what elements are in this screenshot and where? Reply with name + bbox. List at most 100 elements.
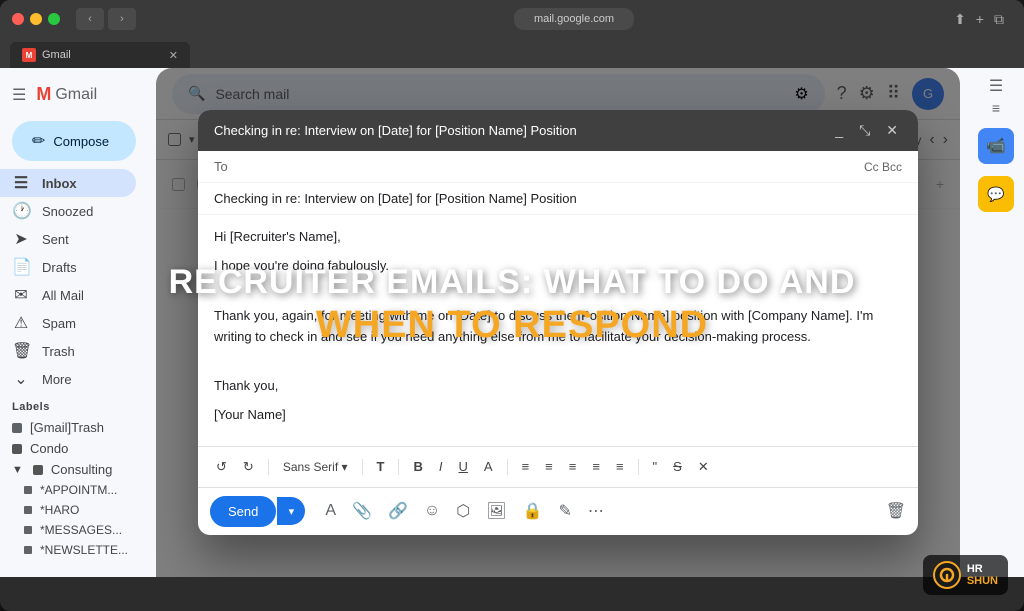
text-color-button[interactable]: A (478, 455, 499, 478)
undo-button[interactable]: ↺ (210, 455, 233, 479)
remove-format-button[interactable]: ✕ (692, 455, 715, 479)
spam-icon: ⚠ (12, 313, 30, 333)
insert-link-icon[interactable]: 🔗 (384, 497, 412, 525)
label-sub-haro[interactable]: *HARO (0, 500, 148, 520)
compose-modal: Checking in re: Interview on [Date] for … (198, 110, 918, 534)
indent-less-button[interactable]: ≡ (586, 455, 606, 478)
browser-menu-icon[interactable]: ⧉ (994, 11, 1004, 28)
sidebar-item-sent[interactable]: ➤ Sent (0, 225, 136, 253)
to-label: To (214, 159, 244, 174)
ordered-list-button[interactable]: ≡ (539, 455, 559, 478)
body-line5: [Your Name] (214, 405, 902, 426)
body-line4: Thank you, (214, 376, 902, 397)
label-sub-messages[interactable]: *MESSAGES... (0, 520, 148, 540)
expand-compose-icon[interactable]: ⤡ (855, 120, 874, 141)
format-text-icon[interactable]: A (321, 498, 340, 524)
to-input[interactable] (244, 159, 864, 174)
active-tab[interactable]: M Gmail ✕ (10, 42, 190, 68)
inbox-view-toggle[interactable]: ☰ (989, 76, 1003, 96)
maximize-button[interactable] (48, 13, 60, 25)
send-button[interactable]: Send (210, 496, 276, 527)
spam-label: Spam (42, 316, 76, 331)
strikethrough-button[interactable]: S (667, 455, 688, 478)
inbox-icon: ☰ (12, 173, 30, 193)
body-line2: I hope you're doing fabulously. (214, 256, 902, 277)
unordered-list-button[interactable]: ≡ (563, 455, 583, 478)
underline-button[interactable]: U (453, 455, 474, 478)
toolbar-sep-1 (268, 459, 269, 475)
minimize-button[interactable] (30, 13, 42, 25)
close-button[interactable] (12, 13, 24, 25)
cc-bcc-label[interactable]: Cc Bcc (864, 160, 902, 174)
bottom-bar-right: 🗑 (886, 501, 906, 521)
google-meet-icon[interactable]: 📹 (978, 128, 1014, 164)
url-display: mail.google.com (534, 13, 614, 25)
attach-file-icon[interactable]: 📎 (348, 497, 376, 525)
signature-icon[interactable]: ✎ (554, 497, 575, 525)
align-button[interactable]: ≡ (516, 455, 536, 478)
sidebar-item-drafts[interactable]: 📄 Drafts (0, 253, 136, 281)
sidebar-item-all-mail[interactable]: ✉ All Mail (0, 281, 136, 309)
italic-button[interactable]: I (433, 455, 449, 478)
quote-button[interactable]: " (647, 455, 664, 478)
labels-heading: Labels (0, 393, 148, 417)
minimize-compose-icon[interactable]: _ (831, 120, 847, 141)
compose-header-actions: _ ⤡ ✕ (831, 120, 902, 141)
compose-body[interactable]: Hi [Recruiter's Name], I hope you're doi… (198, 215, 918, 445)
bold-button[interactable]: B (407, 455, 428, 478)
chat-icon-symbol: 💬 (987, 186, 1004, 203)
label-consulting[interactable]: ▼ Consulting (0, 459, 148, 480)
send-dropdown-button[interactable]: ▾ (277, 497, 305, 525)
label-gmail-trash[interactable]: [Gmail]Trash (0, 417, 148, 438)
compose-header: Checking in re: Interview on [Date] for … (198, 110, 918, 151)
delete-draft-icon[interactable]: 🗑 (886, 501, 906, 521)
forward-button[interactable]: › (108, 8, 136, 30)
trash-label: Trash (42, 344, 75, 359)
meet-icon-symbol: 📹 (986, 136, 1006, 156)
google-chat-icon[interactable]: 💬 (978, 176, 1014, 212)
subject-input[interactable] (214, 191, 902, 206)
hamburger-icon[interactable]: ☰ (12, 85, 26, 105)
sidebar-item-more[interactable]: ⌄ More (0, 365, 136, 393)
text-size-button[interactable]: T (371, 455, 391, 478)
close-compose-icon[interactable]: ✕ (882, 120, 902, 141)
drafts-label: Drafts (42, 260, 77, 275)
window-controls (12, 13, 60, 25)
label-sub-dot-newsletter (24, 546, 32, 554)
gmail-sidebar: ☰ M Gmail ✏ Compose ☰ Inbox 🕐 Snoozed ➤ (0, 68, 148, 577)
snoozed-icon: 🕐 (12, 201, 30, 221)
sidebar-item-trash[interactable]: 🗑 Trash (0, 337, 136, 365)
label-sub-messages-text: *MESSAGES... (40, 523, 122, 537)
hr-badge-shun-text: SHUN (967, 575, 998, 587)
label-condo[interactable]: Condo (0, 438, 148, 459)
body-line1: Hi [Recruiter's Name], (214, 227, 902, 248)
gmail-header: ☰ M Gmail (0, 76, 148, 113)
share-icon[interactable]: ⬆ (954, 11, 966, 28)
sidebar-item-inbox[interactable]: ☰ Inbox (0, 169, 136, 197)
to-field[interactable]: To Cc Bcc (198, 151, 918, 183)
indent-more-button[interactable]: ≡ (610, 455, 630, 478)
label-sub-newsletter[interactable]: *NEWSLETTE... (0, 540, 148, 560)
confidential-icon[interactable]: 🔒 (519, 497, 547, 525)
toolbar-sep-4 (507, 459, 508, 475)
subject-field[interactable]: Checking in re: Interview on [Date] for … (198, 183, 918, 215)
view-options-icon[interactable]: ≡ (992, 100, 1000, 116)
drive-icon[interactable]: ⬡ (452, 497, 474, 525)
compose-bottom-bar: Send ▾ A 📎 🔗 ☺ ⬡ 🖼 🔒 ✎ (198, 487, 918, 535)
back-button[interactable]: ‹ (76, 8, 104, 30)
modal-overlay: Checking in re: Interview on [Date] for … (156, 68, 960, 577)
send-group: Send ▾ (210, 496, 305, 527)
more-options-compose-icon[interactable]: ⋯ (584, 497, 608, 525)
sidebar-item-spam[interactable]: ⚠ Spam (0, 309, 136, 337)
insert-photo-icon[interactable]: 🖼 (482, 497, 510, 525)
emoji-icon[interactable]: ☺ (420, 498, 444, 524)
tab-close-icon[interactable]: ✕ (169, 49, 178, 62)
font-selector[interactable]: Sans Serif ▾ (277, 456, 354, 478)
toolbar-sep-3 (398, 459, 399, 475)
compose-button[interactable]: ✏ Compose (12, 121, 136, 161)
sidebar-item-snoozed[interactable]: 🕐 Snoozed (0, 197, 136, 225)
hr-badge-hr-text: HR (967, 563, 998, 575)
label-sub-appointm[interactable]: *APPOINTM... (0, 480, 148, 500)
redo-button[interactable]: ↻ (237, 455, 260, 479)
new-tab-icon[interactable]: + (976, 11, 984, 27)
